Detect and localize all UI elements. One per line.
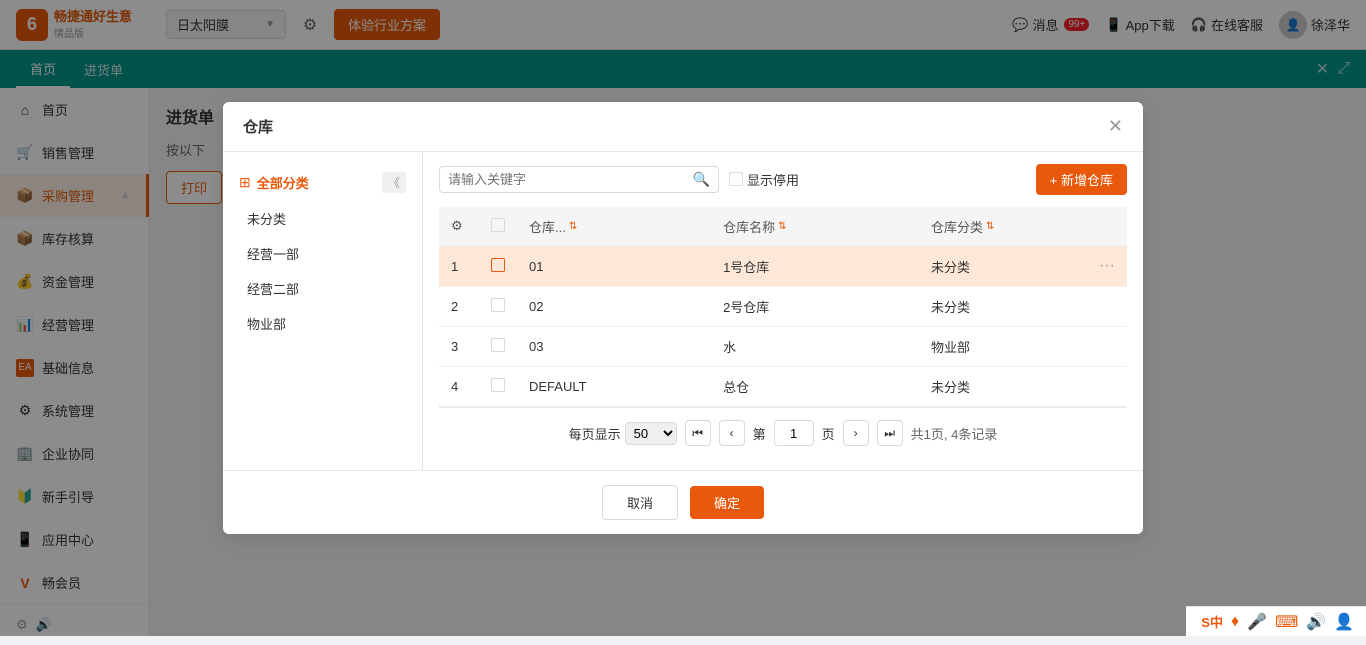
category-item-property[interactable]: 物业部	[223, 306, 422, 341]
table-header-row: ⚙ 仓库...⇅ 仓库名称⇅ 仓库分类⇅	[439, 207, 1127, 247]
page-unit: 页	[822, 424, 835, 443]
category-collapse-button[interactable]: 《	[382, 172, 406, 193]
warehouse-table-body: 1 01 1号仓库 未分类··· 2 02 2号仓库 未分类 3 03 水 物业…	[439, 246, 1127, 407]
modal-toolbar: 🔍 显示停用 + 新增仓库	[439, 164, 1127, 195]
col-name-sort-icon[interactable]: ⇅	[778, 221, 786, 232]
table-row: 3 03 水 物业部	[439, 327, 1127, 367]
col-category-sort-icon[interactable]: ⇅	[986, 221, 994, 232]
col-category-label: 仓库分类	[931, 217, 983, 236]
row-code: DEFAULT	[517, 367, 711, 407]
row-checkbox[interactable]	[491, 258, 505, 272]
bottom-icon-keyboard[interactable]: ⌨	[1275, 612, 1298, 632]
per-page-label: 每页显示	[569, 424, 621, 443]
modal-title: 仓库	[243, 116, 273, 137]
category-item-unclassified[interactable]: 未分类	[223, 201, 422, 236]
category-item-dept2[interactable]: 经营二部	[223, 271, 422, 306]
last-page-button[interactable]: ⏭	[877, 420, 903, 446]
category-sidebar: ⊞ 全部分类 《 未分类 经营一部 经营二部 物业部	[223, 152, 423, 471]
row-checkbox-cell	[479, 246, 517, 287]
page-label: 第	[753, 424, 766, 443]
warehouse-modal: 仓库 ✕ ⊞ 全部分类 《 未分类 经营一部 经营二部 物业部	[223, 102, 1143, 535]
bottom-icon-user[interactable]: 👤	[1334, 612, 1354, 632]
col-settings: ⚙	[439, 207, 479, 247]
add-warehouse-button[interactable]: + 新增仓库	[1036, 164, 1127, 195]
row-category: 物业部	[919, 327, 1127, 367]
search-input[interactable]	[448, 172, 693, 187]
col-code: 仓库...⇅	[517, 207, 711, 247]
row-num: 3	[439, 327, 479, 367]
row-checkbox[interactable]	[491, 338, 505, 352]
page-number-input[interactable]	[774, 420, 814, 446]
confirm-button[interactable]: 确定	[690, 486, 764, 519]
table-row: 4 DEFAULT 总仓 未分类	[439, 367, 1127, 407]
table-row: 2 02 2号仓库 未分类	[439, 287, 1127, 327]
row-code: 01	[517, 246, 711, 287]
next-page-button[interactable]: ›	[843, 420, 869, 446]
row-name: 2号仓库	[711, 287, 919, 327]
show-disabled-checkbox[interactable]: 显示停用	[729, 170, 799, 189]
row-code: 03	[517, 327, 711, 367]
col-checkbox	[479, 207, 517, 247]
table-row: 1 01 1号仓库 未分类···	[439, 246, 1127, 287]
cancel-button[interactable]: 取消	[602, 485, 678, 520]
row-num: 2	[439, 287, 479, 327]
row-checkbox[interactable]	[491, 298, 505, 312]
bottom-icon-diamond[interactable]: ♦	[1231, 613, 1239, 631]
category-header[interactable]: ⊞ 全部分类 《	[223, 164, 422, 201]
show-disabled-label: 显示停用	[747, 170, 799, 189]
modal-close-button[interactable]: ✕	[1108, 116, 1123, 137]
row-category: 未分类	[919, 287, 1127, 327]
warehouse-table: ⚙ 仓库...⇅ 仓库名称⇅ 仓库分类⇅	[439, 207, 1127, 408]
row-actions[interactable]: ···	[1099, 257, 1115, 275]
modal-pagination: 每页显示 501020100 ⏮ ‹ 第 页 › ⏭ 共1页, 4条记录	[439, 407, 1127, 458]
bottom-bar: S中 ♦ 🎤 ⌨ 🔊 👤	[1186, 606, 1366, 636]
category-grid-icon: ⊞	[239, 174, 251, 191]
bottom-icon-speaker[interactable]: 🔊	[1306, 612, 1326, 632]
row-category: 未分类	[919, 367, 1127, 407]
category-item-dept1[interactable]: 经营一部	[223, 236, 422, 271]
col-category: 仓库分类⇅	[919, 207, 1127, 247]
col-code-sort-icon[interactable]: ⇅	[569, 221, 577, 232]
row-name: 1号仓库	[711, 246, 919, 287]
bottom-icon-zh[interactable]: S中	[1201, 612, 1223, 631]
modal-footer: 取消 确定	[223, 470, 1143, 534]
total-info: 共1页, 4条记录	[911, 424, 998, 443]
modal-main: 🔍 显示停用 + 新增仓库 ⚙	[423, 152, 1143, 471]
disabled-checkbox[interactable]	[729, 172, 743, 186]
col-name: 仓库名称⇅	[711, 207, 919, 247]
row-num: 1	[439, 246, 479, 287]
prev-page-button[interactable]: ‹	[719, 420, 745, 446]
row-checkbox-cell	[479, 367, 517, 407]
select-all-checkbox[interactable]	[491, 218, 505, 232]
row-num: 4	[439, 367, 479, 407]
col-code-label: 仓库...	[529, 217, 566, 236]
row-code: 02	[517, 287, 711, 327]
row-name: 总仓	[711, 367, 919, 407]
warehouse-table-wrap: ⚙ 仓库...⇅ 仓库名称⇅ 仓库分类⇅	[439, 207, 1127, 408]
row-checkbox[interactable]	[491, 378, 505, 392]
page-size-select: 每页显示 501020100	[569, 422, 677, 445]
search-box[interactable]: 🔍	[439, 166, 719, 193]
modal-overlay: 仓库 ✕ ⊞ 全部分类 《 未分类 经营一部 经营二部 物业部	[0, 0, 1366, 636]
search-icon[interactable]: 🔍	[693, 171, 710, 188]
row-checkbox-cell	[479, 327, 517, 367]
col-name-label: 仓库名称	[723, 217, 775, 236]
row-category: 未分类···	[919, 247, 1127, 287]
modal-header: 仓库 ✕	[223, 102, 1143, 152]
per-page-dropdown[interactable]: 501020100	[625, 422, 677, 445]
row-checkbox-cell	[479, 287, 517, 327]
row-name: 水	[711, 327, 919, 367]
category-header-label: 全部分类	[257, 173, 309, 192]
bottom-icon-mic[interactable]: 🎤	[1247, 612, 1267, 632]
modal-body: ⊞ 全部分类 《 未分类 经营一部 经营二部 物业部 🔍	[223, 152, 1143, 471]
first-page-button[interactable]: ⏮	[685, 420, 711, 446]
